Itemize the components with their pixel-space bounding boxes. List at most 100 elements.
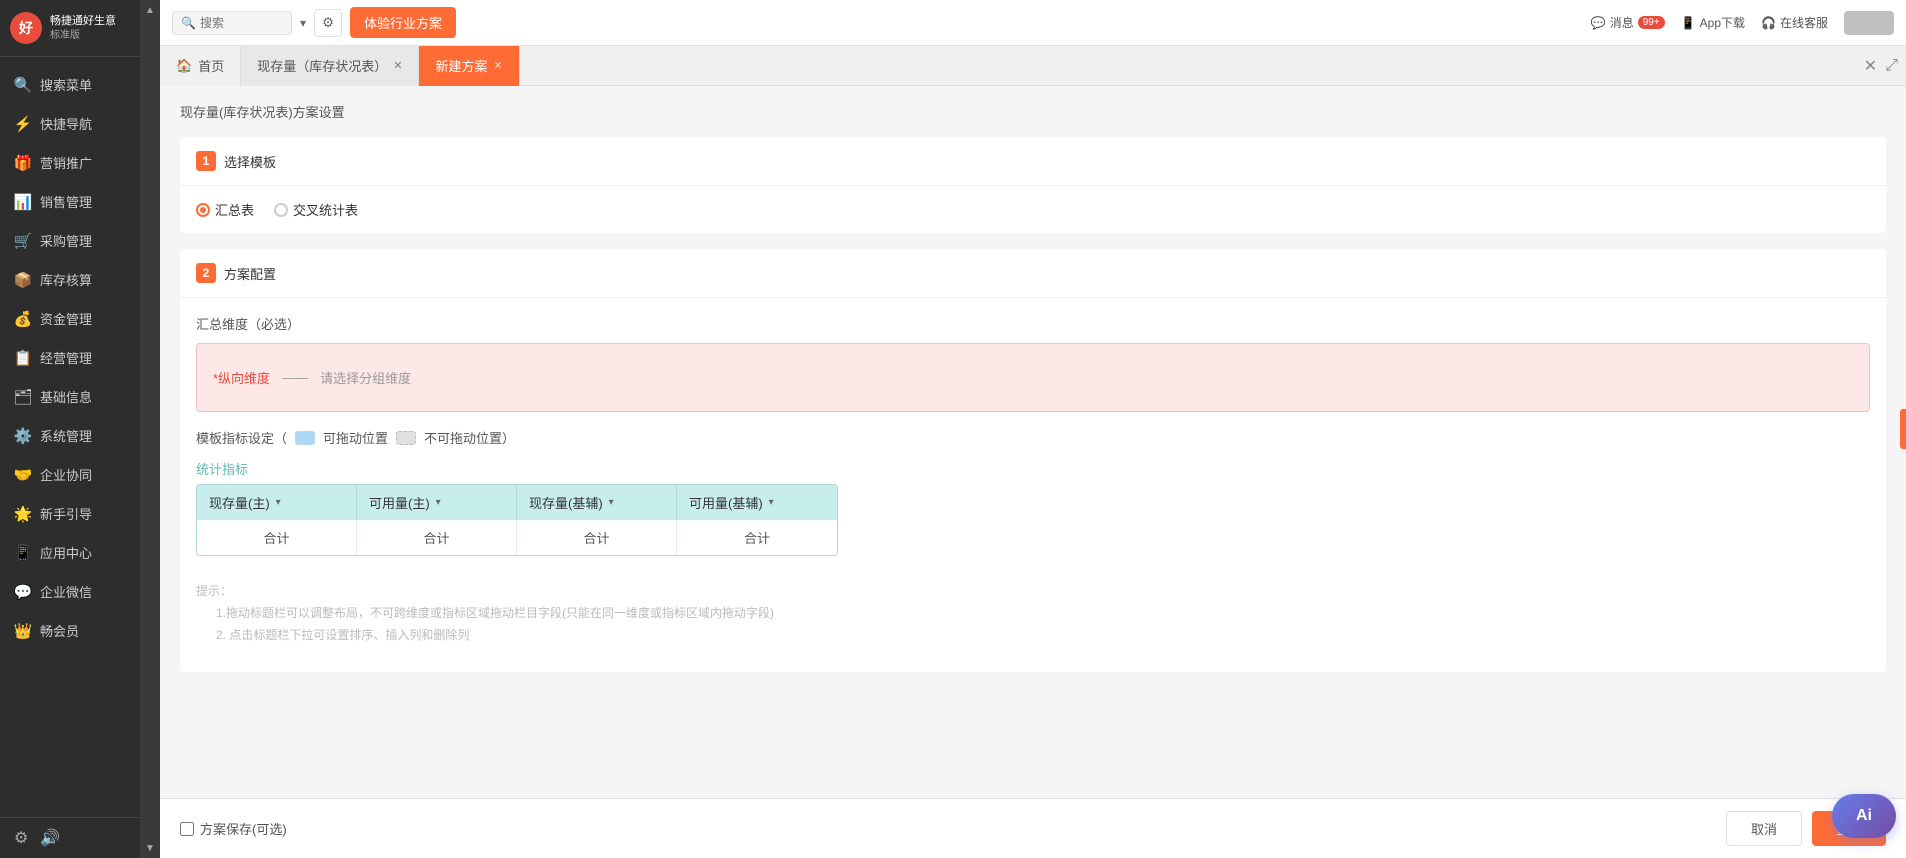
sidebar-item-purchase[interactable]: 🛒 采购管理 bbox=[0, 221, 140, 260]
sidebar-item-label: 企业微信 bbox=[40, 582, 92, 601]
sidebar-item-sales[interactable]: 📊 销售管理 bbox=[0, 182, 140, 221]
summary-dimension-label: 汇总维度（必选） bbox=[196, 314, 1870, 333]
app-center-icon: 📱 bbox=[14, 544, 32, 562]
app-logo-icon: 好 bbox=[10, 12, 42, 44]
template-radio-group: 汇总表 交叉统计表 bbox=[180, 186, 1886, 233]
sidebar-scroll: ▲ ▼ bbox=[140, 0, 160, 858]
sidebar-item-label: 新手引导 bbox=[40, 504, 92, 523]
vertical-dim-required: *纵向维度 bbox=[213, 368, 270, 387]
sidebar-item-new-guide[interactable]: 🌟 新手引导 bbox=[0, 494, 140, 533]
new-guide-icon: 🌟 bbox=[14, 505, 32, 523]
sidebar-item-base-info[interactable]: 🗂 基础信息 bbox=[0, 377, 140, 416]
purchase-icon: 🛒 bbox=[14, 232, 32, 250]
sidebar-item-label: 资金管理 bbox=[40, 309, 92, 328]
sidebar-item-contract[interactable]: 🤝 企业协同 bbox=[0, 455, 140, 494]
sidebar-item-label: 搜索菜单 bbox=[40, 75, 92, 94]
stats-table: 现存量(主) ▾ 可用量(主) ▾ 现存量(基辅) ▾ 可用量(基辅) bbox=[196, 484, 838, 556]
sidebar-item-search[interactable]: 🔍 搜索菜单 bbox=[0, 65, 140, 104]
tab-new-plan-close-btn[interactable]: ✕ bbox=[493, 59, 502, 72]
stats-col-header-2[interactable]: 可用量(主) ▾ bbox=[357, 485, 517, 520]
sidebar-item-inventory[interactable]: 📦 库存核算 bbox=[0, 260, 140, 299]
base-info-icon: 🗂 bbox=[14, 388, 32, 406]
vertical-dim-placeholder: 请选择分组维度 bbox=[320, 368, 411, 387]
stats-col-header-1[interactable]: 现存量(主) ▾ bbox=[197, 485, 357, 520]
try-industry-btn[interactable]: 体验行业方案 bbox=[350, 7, 456, 38]
sidebar-item-marketing[interactable]: 🎁 营销推广 bbox=[0, 143, 140, 182]
sales-icon: 📊 bbox=[14, 193, 32, 211]
sidebar-item-label: 系统管理 bbox=[40, 426, 92, 445]
radio-summary-circle bbox=[196, 203, 210, 217]
footer-left: 方案保存(可选) bbox=[180, 819, 287, 838]
save-plan-label: 方案保存(可选) bbox=[200, 819, 287, 838]
stats-cell-1: 合计 bbox=[197, 520, 357, 555]
section2-num: 2 bbox=[196, 263, 216, 283]
chevron-down-icon-4: ▾ bbox=[769, 497, 774, 508]
topbar-right: 💬 消息 99+ 📱 App下载 🎧 在线客服 bbox=[1591, 11, 1894, 35]
stats-table-header: 现存量(主) ▾ 可用量(主) ▾ 现存量(基辅) ▾ 可用量(基辅) bbox=[197, 485, 837, 520]
sidebar-item-wechat[interactable]: 💬 企业微信 bbox=[0, 572, 140, 611]
tab-inventory-status[interactable]: 现存量（库存状况表） ✕ bbox=[241, 46, 419, 86]
topbar-settings-btn[interactable]: ⚙ bbox=[314, 9, 342, 37]
scroll-up-btn[interactable]: ▲ bbox=[140, 0, 160, 20]
sidebar-item-members[interactable]: 👑 畅会员 bbox=[0, 611, 140, 650]
resize-handle[interactable] bbox=[1900, 409, 1906, 449]
settings-icon[interactable]: ⚙ bbox=[14, 828, 28, 848]
gear-icon: ⚙ bbox=[322, 15, 334, 31]
section1-header: 1 选择模板 bbox=[180, 137, 1886, 186]
topbar: 🔍 ▾ ⚙ 体验行业方案 💬 消息 99+ 📱 App下载 🎧 在线客服 bbox=[160, 0, 1906, 46]
main-area: 🔍 ▾ ⚙ 体验行业方案 💬 消息 99+ 📱 App下载 🎧 在线客服 bbox=[160, 0, 1906, 858]
stats-cell-4: 合计 bbox=[677, 520, 837, 555]
sidebar-logo: 好 畅捷通好生意 标准版 bbox=[0, 0, 140, 57]
tab-inventory-close-btn[interactable]: ✕ bbox=[393, 59, 402, 72]
section1-num: 1 bbox=[196, 151, 216, 171]
app-download-btn[interactable]: 📱 App下载 bbox=[1681, 14, 1745, 31]
operations-icon: 📋 bbox=[14, 349, 32, 367]
sidebar-item-finance[interactable]: 💰 资金管理 bbox=[0, 299, 140, 338]
expand-panel-btn[interactable]: ⤢ bbox=[1885, 57, 1898, 75]
topbar-search-box[interactable]: 🔍 bbox=[172, 11, 292, 35]
sidebar-item-label: 库存核算 bbox=[40, 270, 92, 289]
topbar-search-input[interactable] bbox=[200, 16, 280, 30]
sidebar-item-label: 经营管理 bbox=[40, 348, 92, 367]
section2-header: 2 方案配置 bbox=[180, 249, 1886, 298]
chevron-down-icon-2: ▾ bbox=[436, 497, 441, 508]
phone-icon: 📱 bbox=[1681, 16, 1696, 30]
stats-col-header-3[interactable]: 现存量(基辅) ▾ bbox=[517, 485, 677, 520]
stats-table-body: 合计 合计 合计 合计 bbox=[197, 520, 837, 555]
headset-icon: 🎧 bbox=[1761, 16, 1776, 30]
ai-assistant-bubble[interactable]: Ai bbox=[1832, 794, 1896, 838]
topbar-dropdown-btn[interactable]: ▾ bbox=[300, 16, 306, 30]
sidebar-item-label: 基础信息 bbox=[40, 387, 92, 406]
marketing-icon: 🎁 bbox=[14, 154, 32, 172]
save-plan-checkbox[interactable] bbox=[180, 822, 194, 836]
online-service-btn[interactable]: 🎧 在线客服 bbox=[1761, 14, 1828, 31]
finance-icon: 💰 bbox=[14, 310, 32, 328]
tips-label: 提示： bbox=[196, 582, 1870, 599]
draggable-badge bbox=[295, 431, 315, 445]
app-name: 畅捷通好生意 标准版 bbox=[50, 14, 116, 41]
sidebar: 好 畅捷通好生意 标准版 🔍 搜索菜单 ⚡ 快捷导航 🎁 营销推广 📊 销售管理… bbox=[0, 0, 140, 858]
tips-area: 提示： 1.拖动标题栏可以调整布局，不可跨维度或指标区域拖动栏目字段(只能在同一… bbox=[196, 572, 1870, 656]
indicator-settings-label: 模板指标设定（ 可拖动位置 不可拖动位置） bbox=[196, 428, 1870, 447]
inventory-icon: 📦 bbox=[14, 271, 32, 289]
scroll-down-btn[interactable]: ▼ bbox=[140, 838, 160, 858]
search-icon: 🔍 bbox=[181, 16, 196, 30]
close-panel-btn[interactable]: ✕ bbox=[1864, 56, 1877, 76]
cancel-button[interactable]: 取消 bbox=[1726, 811, 1802, 846]
tab-new-plan[interactable]: 新建方案 ✕ bbox=[419, 46, 519, 86]
sidebar-item-quick-nav[interactable]: ⚡ 快捷导航 bbox=[0, 104, 140, 143]
user-avatar[interactable] bbox=[1844, 11, 1894, 35]
dimension-area[interactable]: *纵向维度 —— 请选择分组维度 bbox=[196, 343, 1870, 412]
messages-btn[interactable]: 💬 消息 99+ bbox=[1591, 14, 1665, 31]
radio-cross[interactable]: 交叉统计表 bbox=[274, 200, 358, 219]
contract-icon: 🤝 bbox=[14, 466, 32, 484]
radio-summary[interactable]: 汇总表 bbox=[196, 200, 254, 219]
sidebar-item-app-center[interactable]: 📱 应用中心 bbox=[0, 533, 140, 572]
tab-home[interactable]: 🏠 首页 bbox=[160, 46, 241, 86]
sidebar-item-operations[interactable]: 📋 经营管理 bbox=[0, 338, 140, 377]
stats-col-header-4[interactable]: 可用量(基辅) ▾ bbox=[677, 485, 837, 520]
speaker-icon[interactable]: 🔊 bbox=[40, 828, 60, 848]
home-icon: 🏠 bbox=[176, 58, 192, 74]
sidebar-item-system[interactable]: ⚙️ 系统管理 bbox=[0, 416, 140, 455]
wechat-icon: 💬 bbox=[14, 583, 32, 601]
